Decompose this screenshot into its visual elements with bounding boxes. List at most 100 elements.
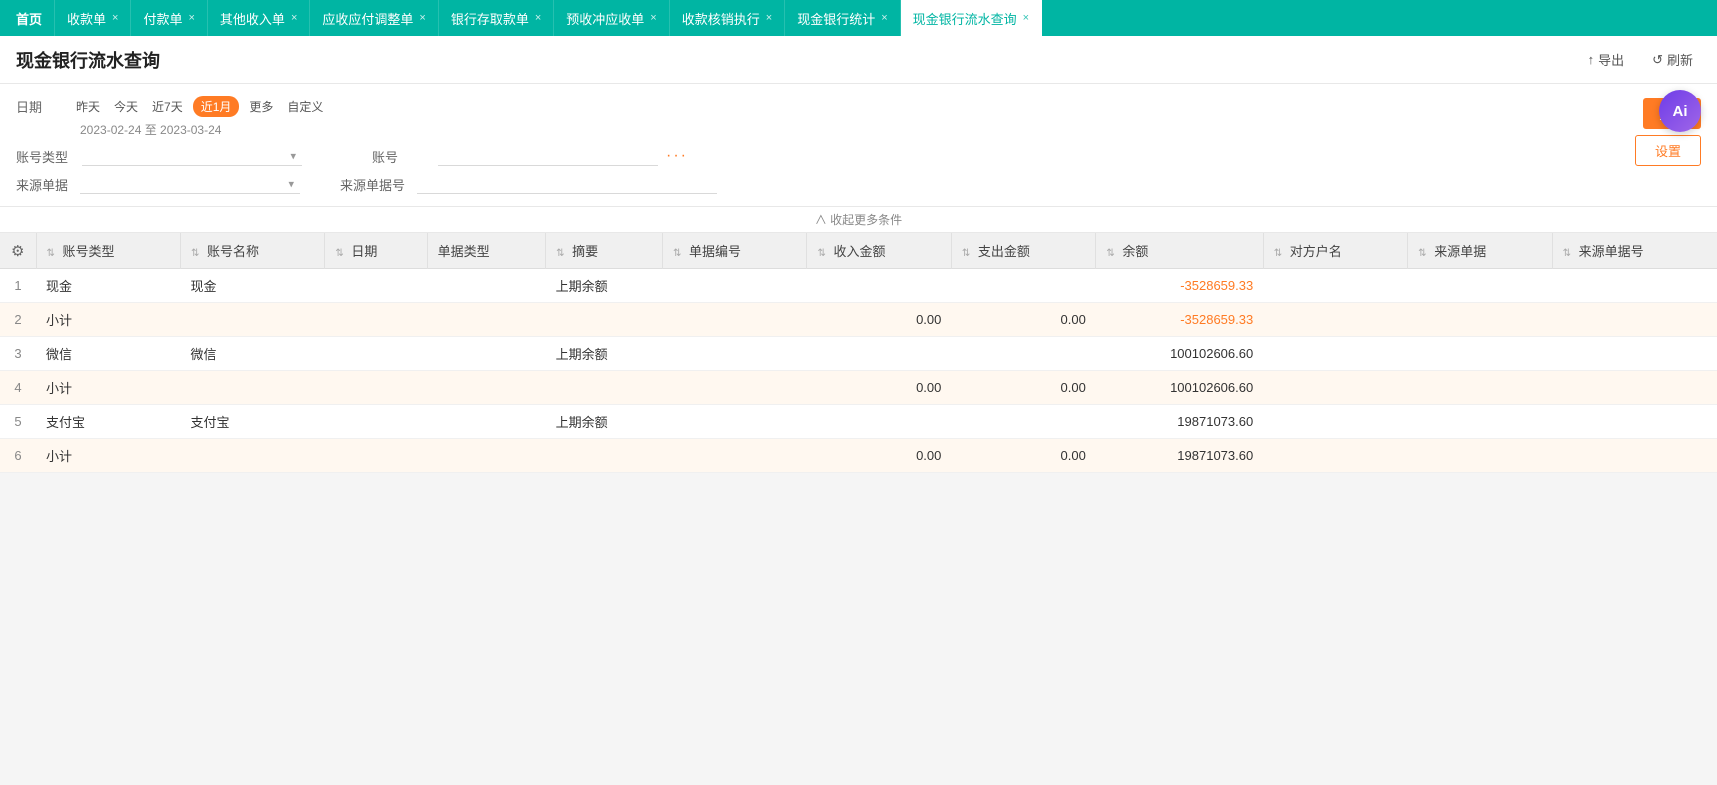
cell-summary (546, 303, 663, 337)
col-account-name[interactable]: ⇅ 账号名称 (180, 233, 324, 269)
nav-tab-other-income[interactable]: 其他收入单 × (208, 0, 310, 36)
cell-balance: -3528659.33 (1096, 269, 1263, 303)
cell-account-name (180, 303, 324, 337)
cell-source-doc-no (1552, 269, 1717, 303)
sort-icon: ⇅ (1418, 248, 1426, 259)
account-dots-button[interactable]: ··· (666, 147, 688, 165)
nav-tab-payments[interactable]: 付款单 × (131, 0, 207, 36)
col-summary[interactable]: ⇅ 摘要 (546, 233, 663, 269)
shortcut-custom[interactable]: 自定义 (283, 96, 327, 117)
row-num: 2 (0, 303, 36, 337)
col-expense[interactable]: ⇅ 支出金额 (951, 233, 1095, 269)
ai-assistant-button[interactable]: Ai (1659, 90, 1701, 132)
col-income[interactable]: ⇅ 收入金额 (807, 233, 951, 269)
col-source-doc-no[interactable]: ⇅ 来源单据号 (1552, 233, 1717, 269)
table-row: 1 现金 现金 上期余额 -3528659.33 (0, 269, 1717, 303)
close-icon[interactable]: × (650, 12, 656, 24)
cell-doc-no (662, 405, 806, 439)
nav-tab-cash-bank-stats[interactable]: 现金银行统计 × (785, 0, 900, 36)
table-row-subtotal: 4 小计 0.00 0.00 100102606.60 (0, 371, 1717, 405)
cell-source-doc (1408, 405, 1552, 439)
cell-account-name: 现金 (180, 269, 324, 303)
cell-source-doc (1408, 337, 1552, 371)
account-input[interactable] (438, 146, 658, 166)
cell-account-name: 支付宝 (180, 405, 324, 439)
cell-source-doc (1408, 269, 1552, 303)
shortcut-1month[interactable]: 近1月 (193, 96, 240, 117)
filter-area: 日期 昨天 今天 近7天 近1月 更多 自定义 2023-02-24 至 202… (0, 84, 1717, 207)
nav-tab-ar-ap-adjust[interactable]: 应收应付调整单 × (310, 0, 438, 36)
table-row: 3 微信 微信 上期余额 100102606.60 (0, 337, 1717, 371)
sort-icon: ⇅ (1106, 248, 1114, 259)
close-icon[interactable]: × (291, 12, 297, 24)
cell-account-type: 微信 (36, 337, 180, 371)
shortcut-7days[interactable]: 近7天 (148, 96, 187, 117)
col-balance[interactable]: ⇅ 余额 (1096, 233, 1263, 269)
close-icon[interactable]: × (188, 12, 194, 24)
close-icon[interactable]: × (419, 12, 425, 24)
nav-tab-cash-bank-flow[interactable]: 现金银行流水查询 × (901, 0, 1042, 36)
close-icon[interactable]: × (112, 12, 118, 24)
col-account-type[interactable]: ⇅ 账号类型 (36, 233, 180, 269)
export-icon: ↑ (1588, 52, 1595, 67)
shortcut-today[interactable]: 今天 (110, 96, 142, 117)
cell-income (807, 337, 951, 371)
cell-doc-type (427, 439, 545, 473)
cell-date (325, 303, 427, 337)
close-icon[interactable]: × (766, 12, 772, 24)
shortcut-more[interactable]: 更多 (245, 96, 277, 117)
cell-account-type: 小计 (36, 371, 180, 405)
shortcut-yesterday[interactable]: 昨天 (72, 96, 104, 117)
source-doc-no-input[interactable] (417, 174, 717, 194)
source-doc-filter-row: 来源单据 来源单据号 (16, 174, 1701, 198)
cell-balance: 19871073.60 (1096, 405, 1263, 439)
cell-account-type: 小计 (36, 303, 180, 337)
source-doc-no-filter: 来源单据号 (340, 174, 717, 194)
refresh-button[interactable]: ↺ 刷新 (1644, 46, 1701, 73)
nav-tab-prepay-offset[interactable]: 预收冲应收单 × (554, 0, 669, 36)
nav-tab-receipts[interactable]: 收款单 × (55, 0, 131, 36)
cell-source-doc (1408, 303, 1552, 337)
gear-icon[interactable]: ⚙ (11, 243, 24, 260)
col-date[interactable]: ⇅ 日期 (325, 233, 427, 269)
table-container: ⚙ ⇅ 账号类型 ⇅ 账号名称 ⇅ 日期 单据类型 ⇅ (0, 233, 1717, 473)
cell-source-doc-no (1552, 371, 1717, 405)
account-type-select[interactable] (82, 146, 302, 166)
col-settings[interactable]: ⚙ (0, 233, 36, 269)
cell-income: 0.00 (807, 303, 951, 337)
nav-tab-bank-deposit[interactable]: 银行存取款单 × (439, 0, 554, 36)
page-header: 现金银行流水查询 ↑ 导出 ↺ 刷新 (0, 36, 1717, 84)
cell-income (807, 269, 951, 303)
cell-summary (546, 371, 663, 405)
col-doc-type[interactable]: 单据类型 (427, 233, 545, 269)
page-title: 现金银行流水查询 (16, 47, 160, 73)
cell-counterpart (1263, 439, 1407, 473)
cell-balance: -3528659.33 (1096, 303, 1263, 337)
account-label: 账号 (372, 147, 432, 166)
close-icon[interactable]: × (1023, 12, 1029, 24)
cell-counterpart (1263, 269, 1407, 303)
col-source-doc[interactable]: ⇅ 来源单据 (1408, 233, 1552, 269)
cell-expense: 0.00 (951, 303, 1095, 337)
cell-source-doc-no (1552, 405, 1717, 439)
collapse-bar[interactable]: ∧ 收起更多条件 (0, 207, 1717, 233)
sort-icon: ⇅ (191, 248, 199, 259)
nav-tab-collection-exec[interactable]: 收款核销执行 × (670, 0, 785, 36)
col-counterpart[interactable]: ⇅ 对方户名 (1263, 233, 1407, 269)
settings-button[interactable]: 设置 (1635, 135, 1701, 166)
source-doc-select-wrapper (80, 174, 300, 194)
col-doc-no[interactable]: ⇅ 单据编号 (662, 233, 806, 269)
cell-doc-no (662, 439, 806, 473)
cell-expense (951, 269, 1095, 303)
refresh-icon: ↺ (1652, 52, 1663, 68)
cell-doc-no (662, 303, 806, 337)
cell-doc-type (427, 269, 545, 303)
cell-source-doc-no (1552, 439, 1717, 473)
close-icon[interactable]: × (535, 12, 541, 24)
nav-home[interactable]: 首页 (4, 0, 55, 36)
source-doc-select[interactable] (80, 174, 300, 194)
cell-summary (546, 439, 663, 473)
cell-summary: 上期余额 (546, 337, 663, 371)
export-button[interactable]: ↑ 导出 (1580, 46, 1633, 73)
close-icon[interactable]: × (881, 12, 887, 24)
